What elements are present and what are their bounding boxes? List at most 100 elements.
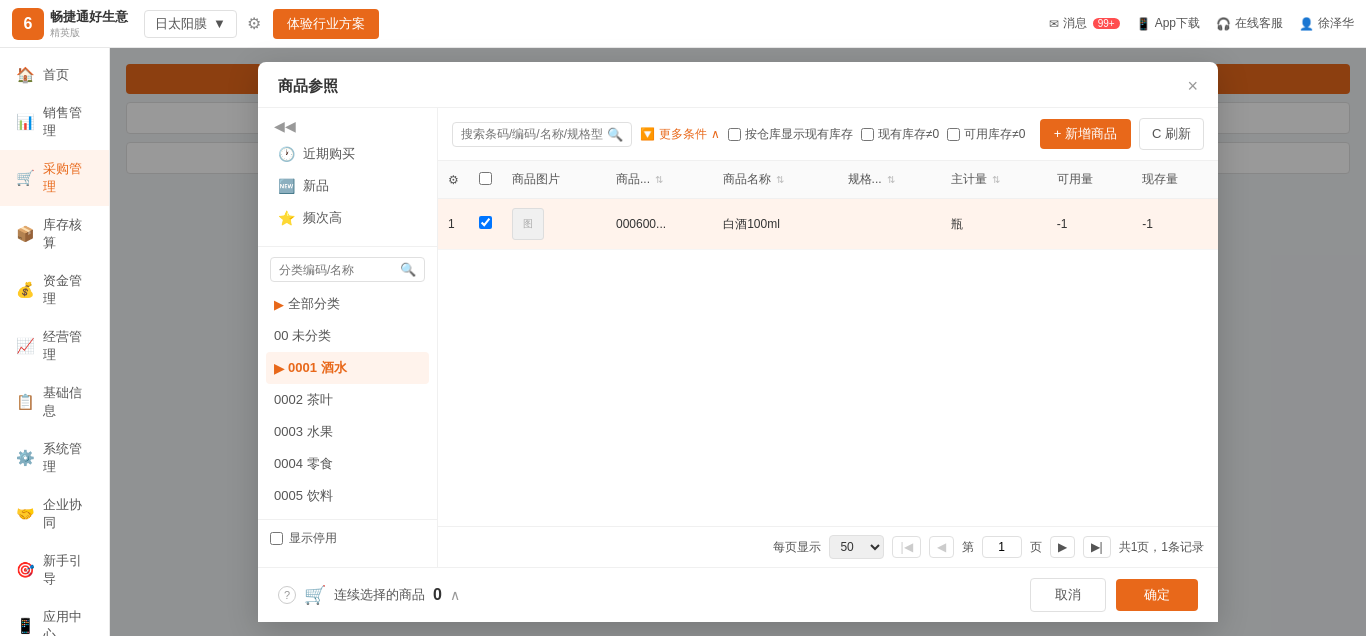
product-search-input[interactable] <box>461 127 603 141</box>
available-stock-checkbox-label[interactable]: 可用库存≠0 <box>947 126 1025 143</box>
row-num: 1 <box>438 199 469 250</box>
sidebar-item-inventory[interactable]: 📦 库存核算 <box>0 206 109 262</box>
sidebar-item-system[interactable]: ⚙️ 系统管理 <box>0 430 109 486</box>
col-settings[interactable]: ⚙ <box>438 161 469 199</box>
message-nav-item[interactable]: ✉ 消息 99+ <box>1049 15 1120 32</box>
cat-item-unsorted[interactable]: 00 未分类 <box>266 320 429 352</box>
cat-item-alcohol[interactable]: ▶ 0001 酒水 <box>266 352 429 384</box>
warehouse-stock-label: 按仓库显示现有库存 <box>745 126 853 143</box>
trial-button[interactable]: 体验行业方案 <box>273 9 379 39</box>
confirm-button[interactable]: 确定 <box>1116 579 1198 611</box>
modal-overlay: 商品参照 × ◀◀ 🕐 近期购买 <box>110 48 1366 636</box>
select-all-checkbox[interactable] <box>479 172 492 185</box>
prev-page-button[interactable]: ◀ <box>929 536 954 558</box>
sidebar-item-finance[interactable]: 💰 资金管理 <box>0 262 109 318</box>
last-page-button[interactable]: ▶| <box>1083 536 1111 558</box>
new-products-item[interactable]: 🆕 新品 <box>270 170 425 202</box>
current-stock-label: 现有库存≠0 <box>878 126 939 143</box>
frequent-item[interactable]: ⭐ 频次高 <box>270 202 425 234</box>
warehouse-stock-checkbox[interactable] <box>728 128 741 141</box>
row-available: -1 <box>1047 199 1133 250</box>
col-name[interactable]: 商品名称 ⇅ <box>713 161 837 199</box>
show-disabled-label: 显示停用 <box>289 530 337 547</box>
cat-item-fruit[interactable]: 0003 水果 <box>266 416 429 448</box>
row-image-cell: 图 <box>502 199 606 250</box>
page-size-select[interactable]: 50 10 20 100 <box>829 535 884 559</box>
cat-item-water[interactable]: 0008 水 <box>266 512 429 519</box>
cat-item-drink[interactable]: 0005 饮料 <box>266 480 429 512</box>
col-available[interactable]: 可用量 <box>1047 161 1133 199</box>
category-list: ▶ 全部分类 00 未分类 ▶ 0001 酒水 0002 茶 <box>258 288 437 519</box>
cat-item-all[interactable]: ▶ 全部分类 <box>266 288 429 320</box>
sidebar-label-finance: 资金管理 <box>43 272 93 308</box>
online-service-item[interactable]: 🎧 在线客服 <box>1216 15 1283 32</box>
cat-arrow-all: ▶ <box>274 297 284 312</box>
table-head: ⚙ 商品图片 商品... ⇅ 商品名称 <box>438 161 1218 199</box>
sidebar-item-purchase[interactable]: 🛒 采购管理 <box>0 150 109 206</box>
refresh-button[interactable]: C 刷新 <box>1139 118 1204 150</box>
inventory-icon: 📦 <box>16 225 35 243</box>
sidebar-label-guide: 新手引导 <box>43 552 93 588</box>
message-label: 消息 <box>1063 15 1087 32</box>
page-number-input[interactable] <box>982 536 1022 558</box>
frequent-label: 频次高 <box>303 209 342 227</box>
purchase-icon: 🛒 <box>16 169 35 187</box>
collapse-button[interactable]: ◀◀ <box>270 118 300 134</box>
finance-icon: 💰 <box>16 281 35 299</box>
table-row[interactable]: 1 图 <box>438 199 1218 250</box>
divider <box>258 246 437 247</box>
modal-close-button[interactable]: × <box>1187 76 1198 97</box>
cat-label-alcohol: 0001 酒水 <box>288 359 347 377</box>
product-table-wrap: ⚙ 商品图片 商品... ⇅ 商品名称 <box>438 161 1218 526</box>
logo-icon: 6 <box>12 8 44 40</box>
col-code[interactable]: 商品... ⇅ <box>606 161 713 199</box>
show-disabled-area: 显示停用 <box>258 519 437 557</box>
right-panel: 🔍 🔽 更多条件 ∧ 按仓库显示现有库存 <box>438 108 1218 567</box>
next-page-button[interactable]: ▶ <box>1050 536 1075 558</box>
current-stock-checkbox-label[interactable]: 现有库存≠0 <box>861 126 939 143</box>
sidebar-item-apps[interactable]: 📱 应用中心 <box>0 598 109 636</box>
col-spec[interactable]: 规格... ⇅ <box>838 161 941 199</box>
sidebar-item-home[interactable]: 🏠 首页 <box>0 56 109 94</box>
sidebar-item-basics[interactable]: 📋 基础信息 <box>0 374 109 430</box>
add-product-button[interactable]: + 新增商品 <box>1040 119 1131 149</box>
up-arrow-icon[interactable]: ∧ <box>450 587 460 603</box>
cat-item-snack[interactable]: 0004 零食 <box>266 448 429 480</box>
first-page-button[interactable]: |◀ <box>892 536 920 558</box>
product-image-placeholder: 图 <box>523 217 533 231</box>
show-disabled-checkbox[interactable] <box>270 532 283 545</box>
product-search-wrap[interactable]: 🔍 <box>452 122 632 147</box>
total-records-label: 共1页，1条记录 <box>1119 539 1204 556</box>
product-search-icon: 🔍 <box>607 127 623 142</box>
settings-icon[interactable]: ⚙ <box>247 14 261 33</box>
category-search-box[interactable]: 🔍 <box>270 257 425 282</box>
help-icon[interactable]: ? <box>278 586 296 604</box>
cat-item-tea[interactable]: 0002 茶叶 <box>266 384 429 416</box>
user-item[interactable]: 👤 徐泽华 <box>1299 15 1354 32</box>
category-search-input[interactable] <box>279 263 396 277</box>
row-checkbox[interactable] <box>479 216 492 229</box>
warehouse-stock-checkbox-label[interactable]: 按仓库显示现有库存 <box>728 126 853 143</box>
row-code: 000600... <box>606 199 713 250</box>
sidebar-label-system: 系统管理 <box>43 440 93 476</box>
store-selector[interactable]: 日太阳膜 ▼ <box>144 10 237 38</box>
sidebar-item-business[interactable]: 📈 经营管理 <box>0 318 109 374</box>
current-stock-checkbox[interactable] <box>861 128 874 141</box>
sidebar-item-collab[interactable]: 🤝 企业协同 <box>0 486 109 542</box>
row-checkbox-cell[interactable] <box>469 199 502 250</box>
sidebar-item-sales[interactable]: 📊 销售管理 <box>0 94 109 150</box>
table-body: 1 图 <box>438 199 1218 250</box>
online-service-label: 在线客服 <box>1235 15 1283 32</box>
cart-area: ? 🛒 连续选择的商品 0 ∧ <box>278 584 1030 606</box>
app-download-item[interactable]: 📱 App下载 <box>1136 15 1200 32</box>
row-name: 白酒100ml <box>713 199 837 250</box>
content-area: 查询 设置 刷新 商品参照 × ◀◀ <box>110 48 1366 636</box>
main-layout: 🏠 首页 📊 销售管理 🛒 采购管理 📦 库存核算 💰 资金管理 📈 经营管理 … <box>0 48 1366 636</box>
sidebar-label-purchase: 采购管理 <box>43 160 93 196</box>
sidebar-item-guide[interactable]: 🎯 新手引导 <box>0 542 109 598</box>
filter-more-button[interactable]: 🔽 更多条件 ∧ <box>640 126 720 143</box>
col-unit[interactable]: 主计量 ⇅ <box>941 161 1047 199</box>
available-stock-checkbox[interactable] <box>947 128 960 141</box>
cancel-button[interactable]: 取消 <box>1030 578 1106 612</box>
recent-purchase-item[interactable]: 🕐 近期购买 <box>270 138 425 170</box>
